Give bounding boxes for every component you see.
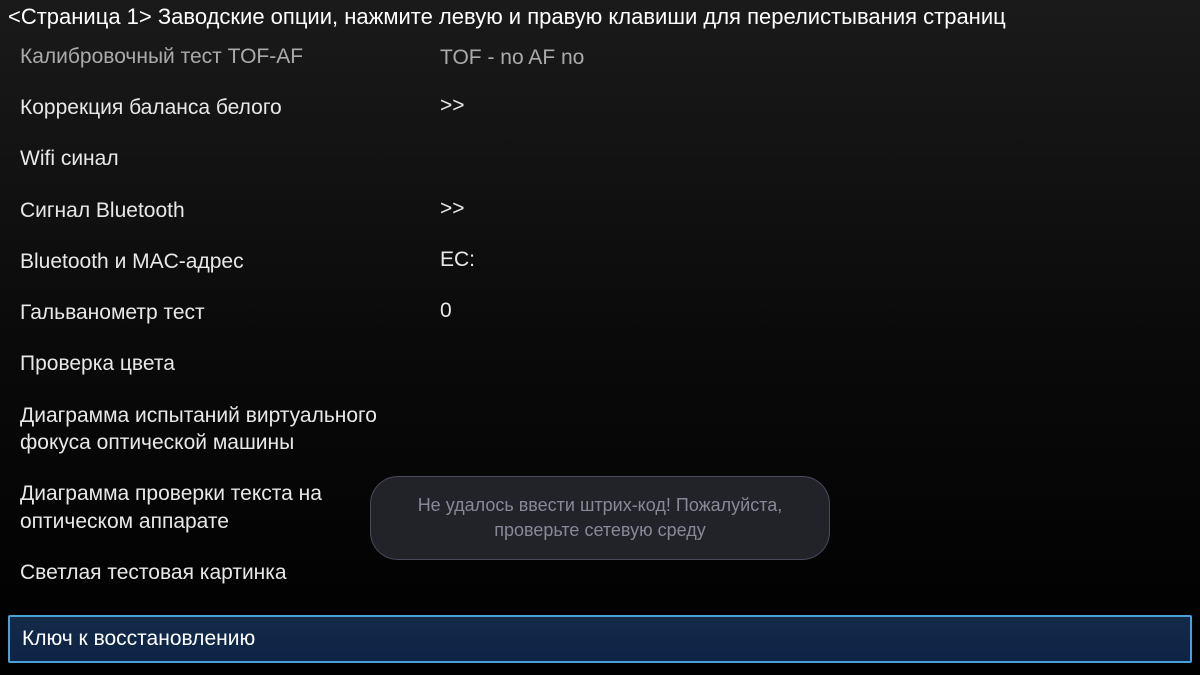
toast-notification: Не удалось ввести штрих-код! Пожалуйста,… — [370, 476, 830, 560]
menu-item-value: >> — [440, 197, 465, 221]
menu-item-bluetooth-mac[interactable]: Bluetooth и MAC-адрес EC: — [20, 236, 1180, 287]
menu-item-value: 0 — [440, 299, 452, 323]
page-title: <Страница 1> Заводские опции, нажмите ле… — [8, 4, 1006, 29]
menu-item-wifi-signal[interactable]: Wifi синал — [20, 133, 1180, 184]
menu-item-bluetooth-signal[interactable]: Сигнал Bluetooth >> — [20, 185, 1180, 236]
menu-item-label: Диаграмма испытаний виртуального фокуса … — [20, 402, 440, 457]
menu-item-label: Сигнал Bluetooth — [20, 197, 440, 224]
menu-item-virtual-focus[interactable]: Диаграмма испытаний виртуального фокуса … — [20, 390, 1180, 469]
menu-item-label: Bluetooth и MAC-адрес — [20, 248, 440, 275]
menu-item-recovery-key[interactable]: Ключ к восстановлению — [8, 615, 1192, 663]
menu-item-label: Гальванометр тест — [20, 299, 440, 326]
menu-item-tof-af[interactable]: Калибровочный тест TOF-AF TOF - no AF no — [20, 34, 1180, 82]
menu-item-value: >> — [440, 94, 465, 118]
menu-item-label: Ключ к восстановлению — [22, 627, 255, 651]
menu-item-galvanometer[interactable]: Гальванометр тест 0 — [20, 287, 1180, 338]
menu-item-label: Проверка цвета — [20, 350, 440, 377]
menu-item-label: Светлая тестовая картинка — [20, 559, 440, 586]
toast-text: Не удалось ввести штрих-код! Пожалуйста,… — [407, 493, 793, 543]
menu-item-label: Калибровочный тест TOF-AF — [20, 43, 440, 70]
menu-item-label: Wifi синал — [20, 145, 440, 172]
menu-item-value: EC: — [440, 248, 475, 272]
menu-item-value: TOF - no AF no — [440, 46, 584, 70]
menu-item-color-check[interactable]: Проверка цвета — [20, 338, 1180, 389]
menu-item-white-balance[interactable]: Коррекция баланса белого >> — [20, 82, 1180, 133]
page-header: <Страница 1> Заводские опции, нажмите ле… — [0, 0, 1200, 34]
menu-item-label: Коррекция баланса белого — [20, 94, 440, 121]
